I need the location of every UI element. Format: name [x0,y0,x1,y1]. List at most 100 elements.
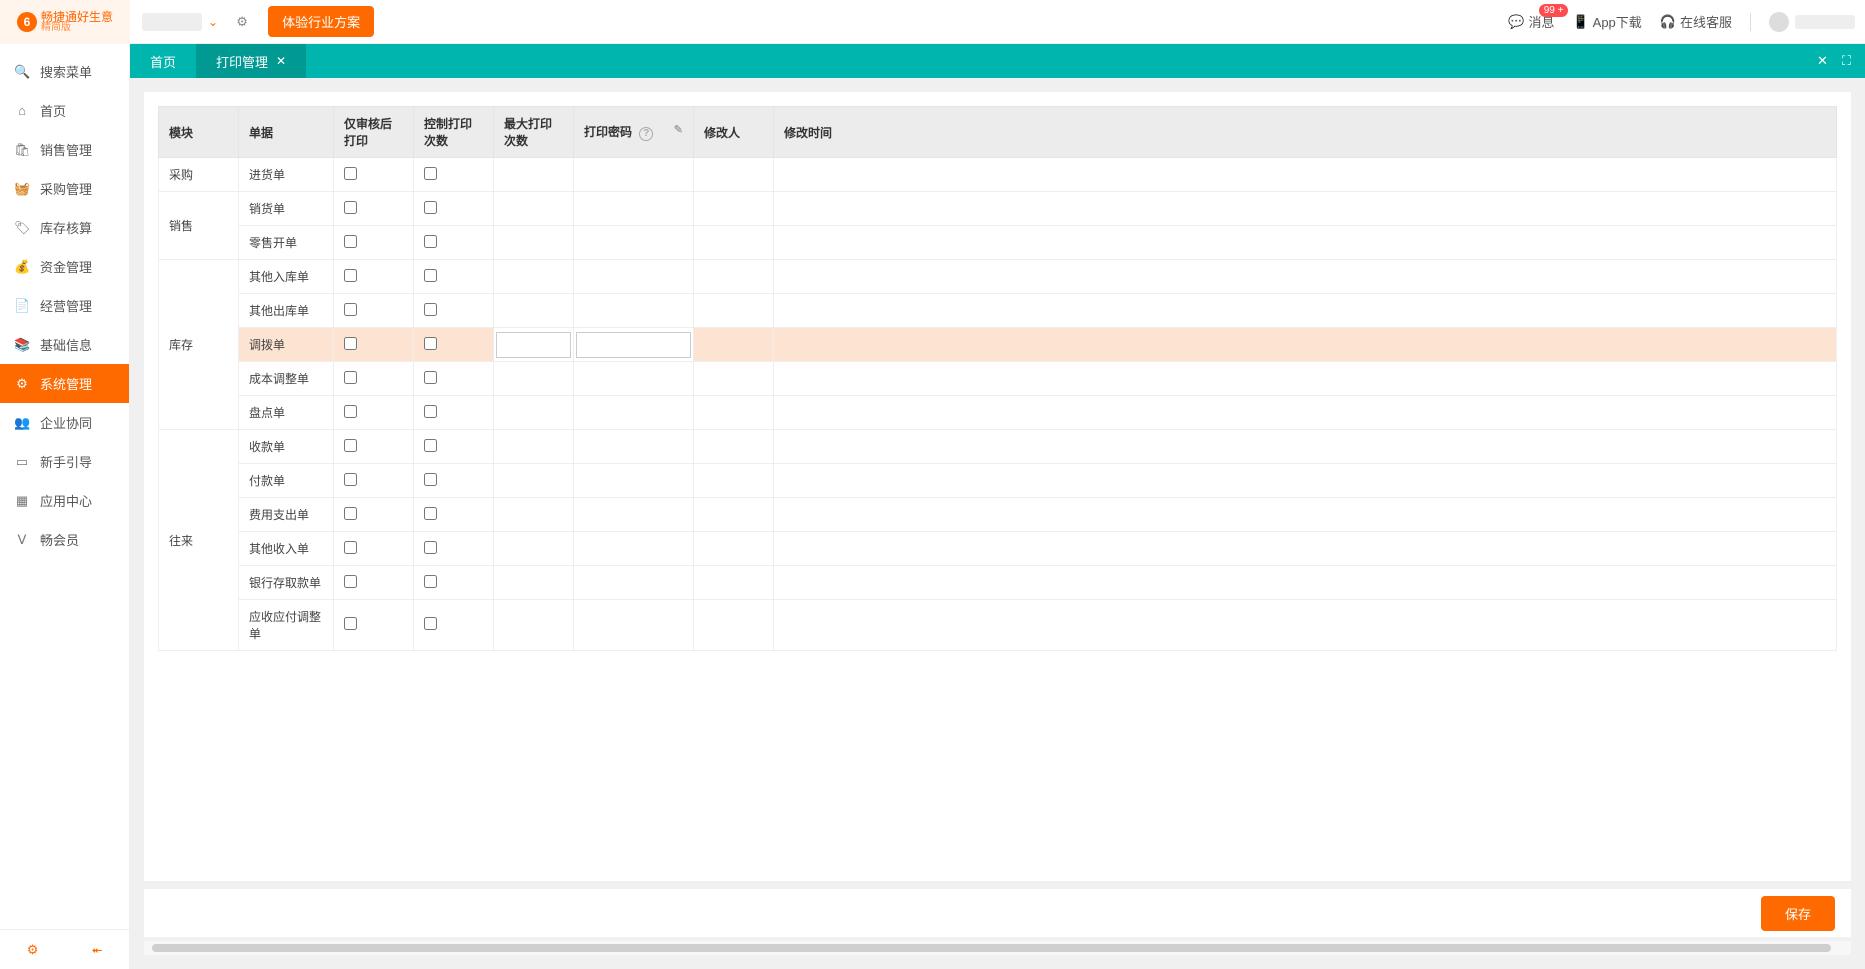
audit-only-checkbox[interactable] [344,269,357,282]
control-count-checkbox[interactable] [424,269,437,282]
control-count-cell [414,600,494,651]
password-cell [574,498,694,532]
audit-only-cell [334,532,414,566]
online-service-button[interactable]: 🎧 在线客服 [1660,12,1732,31]
audit-only-checkbox[interactable] [344,235,357,248]
footer-settings-icon[interactable]: ⚙ [27,942,39,958]
sidebar-item-ops[interactable]: 📄经营管理 [0,286,129,325]
control-count-checkbox[interactable] [424,235,437,248]
audit-only-checkbox[interactable] [344,337,357,350]
control-count-checkbox[interactable] [424,303,437,316]
audit-only-checkbox[interactable] [344,575,357,588]
document-cell: 成本调整单 [239,362,334,396]
module-cell: 库存 [159,260,239,430]
brand-logo[interactable]: 6 畅捷通好生意 精简版 [0,0,130,44]
purchase-icon: 🧺 [14,181,30,197]
password-cell [574,566,694,600]
document-cell: 盘点单 [239,396,334,430]
control-count-checkbox[interactable] [424,337,437,350]
sidebar-item-sales[interactable]: 🛍销售管理 [0,130,129,169]
audit-only-checkbox[interactable] [344,167,357,180]
control-count-checkbox[interactable] [424,167,437,180]
audit-only-checkbox[interactable] [344,439,357,452]
user-menu[interactable] [1769,12,1855,32]
horizontal-scrollbar[interactable] [144,941,1851,955]
sidebar-item-vip[interactable]: Ⅴ畅会员 [0,520,129,559]
max-count-cell [494,498,574,532]
audit-only-checkbox[interactable] [344,303,357,316]
sidebar-item-purchase[interactable]: 🧺采购管理 [0,169,129,208]
password-input[interactable] [576,332,691,358]
industry-plan-button[interactable]: 体验行业方案 [268,6,374,37]
fullscreen-icon[interactable]: ⛶ [1842,53,1851,69]
table-row: 零售开单 [159,226,1837,260]
edit-icon[interactable]: ✎ [674,123,683,136]
app-download-button[interactable]: 📱 App下载 [1572,12,1641,31]
control-count-checkbox[interactable] [424,617,437,630]
sidebar-item-apps[interactable]: ▦应用中心 [0,481,129,520]
password-cell [574,600,694,651]
max-count-cell [494,566,574,600]
tab-home[interactable]: 首页 [130,44,196,78]
audit-only-checkbox[interactable] [344,507,357,520]
sidebar-item-label: 畅会员 [40,530,79,549]
modifier-cell [694,226,774,260]
sidebar-item-search[interactable]: 🔍搜索菜单 [0,52,129,91]
modifier-cell [694,566,774,600]
password-cell [574,158,694,192]
footer-collapse-icon[interactable]: ⯬ [92,942,102,958]
control-count-checkbox[interactable] [424,439,437,452]
apps-icon: ▦ [14,493,30,509]
sidebar-item-coop[interactable]: 👥企业协同 [0,403,129,442]
tab-close-icon[interactable]: ✕ [276,54,286,68]
online-service-label: 在线客服 [1680,12,1732,31]
control-count-checkbox[interactable] [424,541,437,554]
max-count-cell [494,396,574,430]
phone-icon: 📱 [1572,14,1588,30]
table-row: 银行存取款单 [159,566,1837,600]
control-count-cell [414,498,494,532]
sidebar-item-basic[interactable]: 📚基础信息 [0,325,129,364]
audit-only-checkbox[interactable] [344,371,357,384]
table-row: 调拨单 [159,328,1837,362]
tab-print[interactable]: 打印管理✕ [196,44,306,78]
modifier-cell [694,294,774,328]
save-button[interactable]: 保存 [1761,896,1835,931]
sidebar-item-finance[interactable]: 💰资金管理 [0,247,129,286]
control-count-checkbox[interactable] [424,201,437,214]
close-all-tabs-icon[interactable]: ✕ [1817,53,1828,69]
control-count-checkbox[interactable] [424,473,437,486]
messages-button[interactable]: 💬 消息 99 + [1508,12,1554,31]
print-settings-panel: 模块 单据 仅审核后打印 控制打印次数 最大打印次数 打印密码 ? ✎ [144,92,1851,881]
table-row: 付款单 [159,464,1837,498]
sidebar-footer: ⚙ ⯬ [0,929,129,969]
settings-icon[interactable]: ⚙ [230,10,254,34]
control-count-checkbox[interactable] [424,507,437,520]
control-count-checkbox[interactable] [424,575,437,588]
modify-time-cell [774,362,1837,396]
sidebar-item-home[interactable]: ⌂首页 [0,91,129,130]
audit-only-checkbox[interactable] [344,473,357,486]
col-password-label: 打印密码 [584,125,632,139]
sidebar-item-system[interactable]: ⚙系统管理 [0,364,129,403]
password-cell [574,362,694,396]
help-icon[interactable]: ? [639,127,653,141]
sidebar-item-guide[interactable]: ▭新手引导 [0,442,129,481]
org-selector[interactable]: ⌄ [142,13,218,31]
audit-only-cell [334,600,414,651]
audit-only-checkbox[interactable] [344,405,357,418]
audit-only-checkbox[interactable] [344,541,357,554]
document-cell: 零售开单 [239,226,334,260]
table-row: 往来收款单 [159,430,1837,464]
control-count-cell [414,158,494,192]
control-count-checkbox[interactable] [424,405,437,418]
document-cell: 付款单 [239,464,334,498]
control-count-checkbox[interactable] [424,371,437,384]
sidebar-item-stock[interactable]: 🏷库存核算 [0,208,129,247]
audit-only-checkbox[interactable] [344,617,357,630]
document-cell: 银行存取款单 [239,566,334,600]
topbar-actions: 💬 消息 99 + 📱 App下载 🎧 在线客服 [1508,12,1855,32]
audit-only-checkbox[interactable] [344,201,357,214]
max-count-input[interactable] [496,332,571,358]
sidebar-item-label: 经营管理 [40,296,92,315]
